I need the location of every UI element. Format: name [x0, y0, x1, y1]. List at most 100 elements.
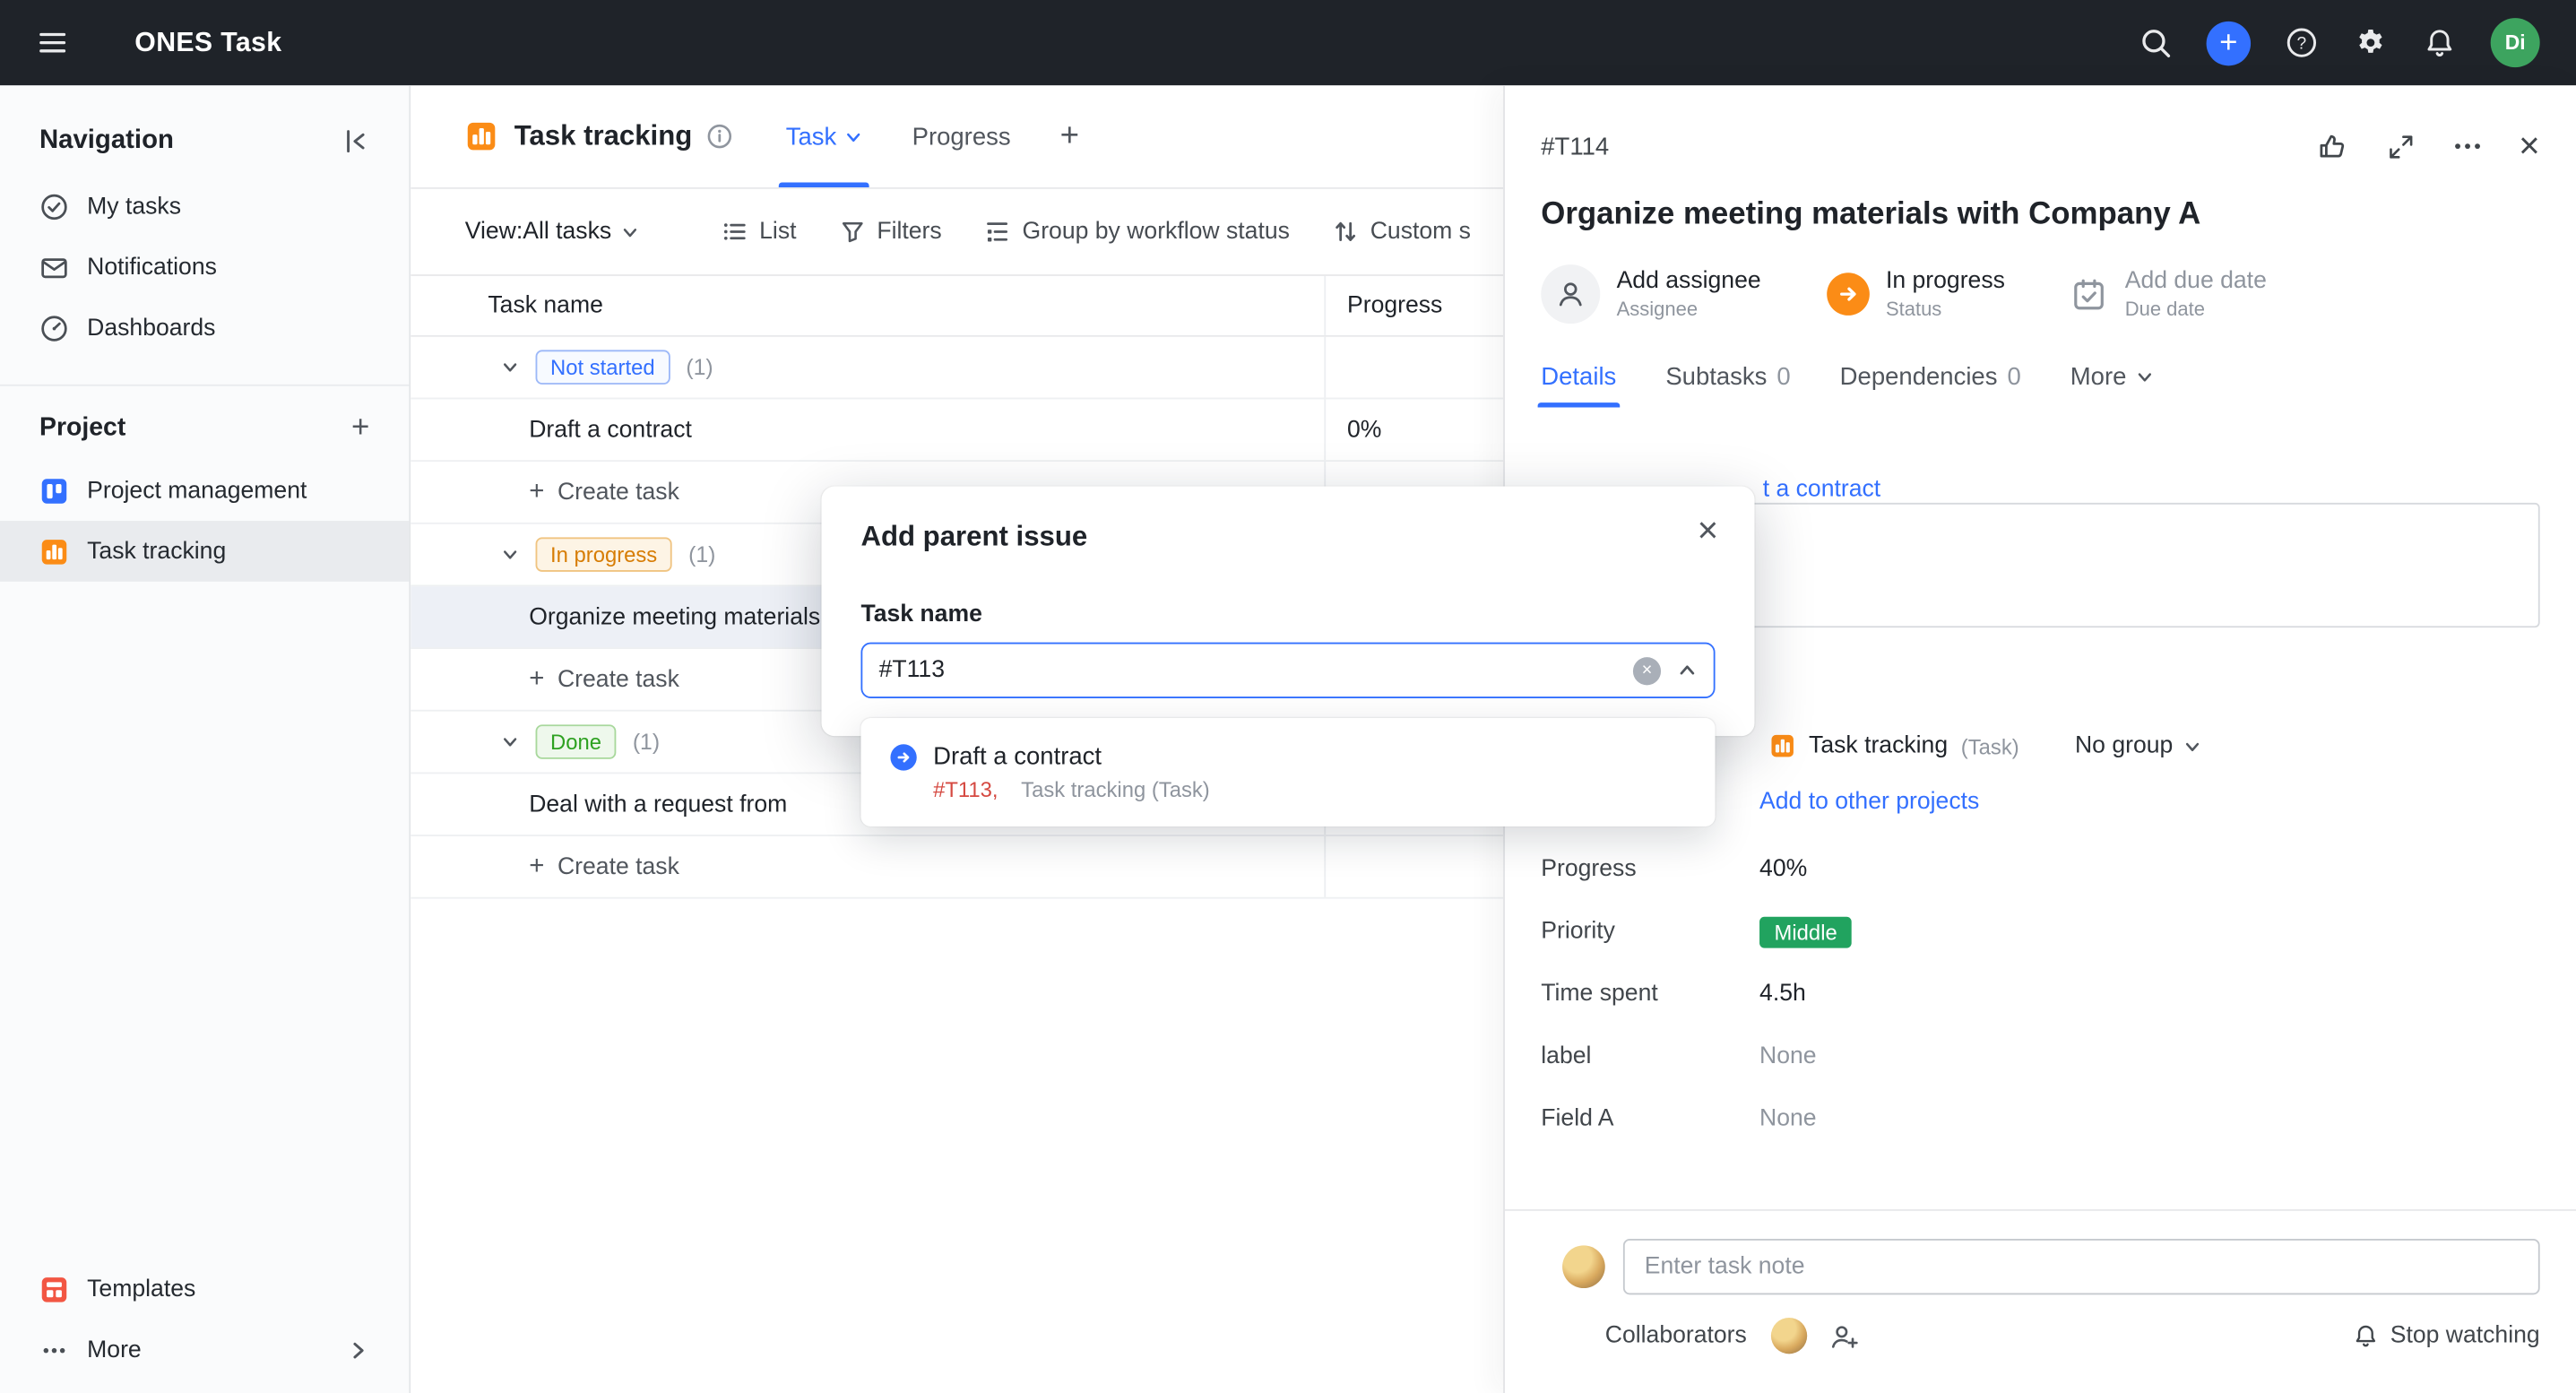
sidebar-item-label: Dashboards [87, 315, 216, 342]
close-panel-icon[interactable]: × [2519, 127, 2540, 164]
list-icon [722, 219, 748, 245]
tab-dependencies[interactable]: Dependencies 0 [1840, 363, 2021, 407]
create-task-row[interactable]: + Create task [411, 835, 1504, 899]
tab-progress[interactable]: Progress [905, 85, 1017, 187]
tab-details[interactable]: Details [1537, 363, 1620, 408]
chevron-right-icon [347, 1338, 370, 1362]
add-to-other-projects-link[interactable]: Add to other projects [1759, 789, 1979, 815]
custom-sort-button[interactable]: Custom s [1333, 219, 1471, 245]
detail-tabs: Details Subtasks 0 Dependencies 0 More [1505, 324, 2576, 408]
column-progress: Progress [1324, 275, 1503, 335]
assignee-field[interactable]: Add assignee Assignee [1541, 264, 1761, 324]
task-option[interactable]: Draft a contract #T113, Task tracking (T… [860, 730, 1715, 815]
group-count: (1) [686, 354, 713, 380]
task-row[interactable]: Draft a contract 0% [411, 399, 1504, 463]
task-name-combobox[interactable]: × [860, 642, 1716, 698]
tab-task[interactable]: Task [779, 85, 869, 187]
subtasks-count: 0 [1776, 363, 1791, 392]
sidebar-item-label: Project management [87, 477, 307, 504]
modal-title: Add parent issue [860, 521, 1088, 552]
task-name[interactable]: Deal with a request from [529, 792, 787, 818]
due-date-field[interactable]: Add due date Due date [2070, 267, 2267, 320]
option-task-meta: Task tracking (Task) [1021, 776, 1210, 802]
task-name[interactable]: Draft a contract [529, 417, 692, 443]
task-suggestions-dropdown: Draft a contract #T113, Task tracking (T… [860, 717, 1716, 826]
group-by-button[interactable]: Group by workflow status [984, 219, 1290, 245]
current-user-avatar [1562, 1245, 1605, 1289]
group-count: (1) [632, 729, 661, 755]
collaborators-label: Collaborators [1604, 1322, 1747, 1349]
sidebar: Navigation My tasks Notifications Dashbo… [0, 85, 411, 1393]
gauge-icon [39, 313, 69, 342]
sidebar-item-project-management[interactable]: Project management [0, 460, 409, 521]
project-name[interactable]: Task tracking [1809, 732, 1948, 758]
add-project-icon[interactable]: + [351, 412, 369, 444]
chevron-down-icon[interactable] [501, 546, 519, 564]
more-options-icon[interactable] [2451, 130, 2485, 163]
field-priority[interactable]: Priority Middle [1541, 900, 2539, 963]
chevron-up-icon[interactable] [1677, 661, 1697, 680]
field-time-spent[interactable]: Time spent 4.5h [1541, 963, 2539, 1025]
clear-input-icon[interactable]: × [1632, 656, 1662, 685]
help-icon[interactable]: ? [2284, 24, 2320, 60]
app-title: ONES Task [134, 27, 282, 57]
user-avatar[interactable]: Di [2490, 18, 2540, 68]
parent-issue-link[interactable]: t a contract [1763, 477, 1880, 503]
task-note-input[interactable] [1622, 1239, 2540, 1295]
thumbs-up-icon[interactable] [2317, 130, 2350, 163]
settings-gear-icon[interactable] [2353, 24, 2389, 60]
field-field-a[interactable]: Field A None [1541, 1087, 2539, 1150]
search-icon[interactable] [2138, 24, 2174, 60]
svg-text:?: ? [2297, 35, 2307, 54]
create-button[interactable]: + [2206, 20, 2252, 65]
group-icon [984, 219, 1010, 245]
add-collaborator-icon[interactable] [1828, 1320, 1860, 1352]
add-parent-issue-modal: Add parent issue × Task name × Draft a c… [821, 486, 1755, 826]
stop-watching-button[interactable]: Stop watching [2353, 1322, 2540, 1349]
table-header: Task name Progress [411, 274, 1504, 337]
notification-bell-icon[interactable] [2422, 24, 2458, 60]
filters-button[interactable]: Filters [839, 219, 942, 245]
app-root: ONES Task + ? Di Navigation My tasks Not… [0, 0, 2576, 1393]
list-view-button[interactable]: List [722, 219, 797, 245]
add-view-tab-button[interactable]: + [1053, 85, 1085, 187]
sidebar-item-more[interactable]: More [0, 1319, 409, 1380]
expand-icon[interactable] [2384, 130, 2417, 163]
sidebar-item-templates[interactable]: Templates [0, 1259, 409, 1319]
sidebar-item-label: Notifications [87, 254, 217, 281]
sidebar-item-task-tracking[interactable]: Task tracking [0, 521, 410, 582]
field-label[interactable]: label None [1541, 1025, 2539, 1088]
task-name-input[interactable] [878, 657, 1633, 684]
chevron-down-icon [621, 222, 639, 240]
toolbar: View:All tasks List Filters Group by wor… [411, 189, 1503, 274]
close-modal-icon[interactable]: × [1698, 512, 1719, 549]
field-list: Progress 40% Priority Middle Time spent … [1541, 838, 2539, 1150]
group-selector[interactable]: No group [2075, 722, 2201, 768]
info-icon[interactable] [707, 123, 733, 149]
field-progress[interactable]: Progress 40% [1541, 838, 2539, 901]
page-title: Task tracking [514, 119, 693, 151]
status-badge: In progress [535, 537, 672, 572]
sidebar-item-label: More [87, 1337, 142, 1363]
kanban-project-icon [39, 476, 69, 506]
hamburger-menu-icon[interactable] [36, 26, 69, 59]
project-section-title: Project [39, 412, 126, 442]
collapse-sidebar-icon[interactable] [340, 126, 369, 156]
collaborator-avatar[interactable] [1771, 1317, 1808, 1354]
chevron-down-icon[interactable] [501, 359, 519, 376]
bar-chart-project-icon [1769, 732, 1795, 758]
sidebar-item-label: Templates [87, 1276, 196, 1302]
assignee-value: Add assignee [1616, 267, 1761, 295]
sidebar-item-dashboards[interactable]: Dashboards [0, 298, 409, 359]
due-date-value: Add due date [2124, 267, 2267, 295]
view-selector[interactable]: View:All tasks [465, 219, 640, 245]
sidebar-item-notifications[interactable]: Notifications [0, 237, 409, 298]
tab-more[interactable]: More [2070, 363, 2155, 407]
status-field[interactable]: In progress Status [1826, 268, 2005, 320]
sidebar-item-my-tasks[interactable]: My tasks [0, 176, 409, 237]
status-badge: Done [535, 724, 617, 759]
task-progress: 0% [1346, 416, 1382, 443]
tab-subtasks[interactable]: Subtasks 0 [1665, 363, 1790, 407]
group-row-not-started[interactable]: Not started (1) [411, 336, 1504, 400]
chevron-down-icon[interactable] [501, 732, 519, 750]
